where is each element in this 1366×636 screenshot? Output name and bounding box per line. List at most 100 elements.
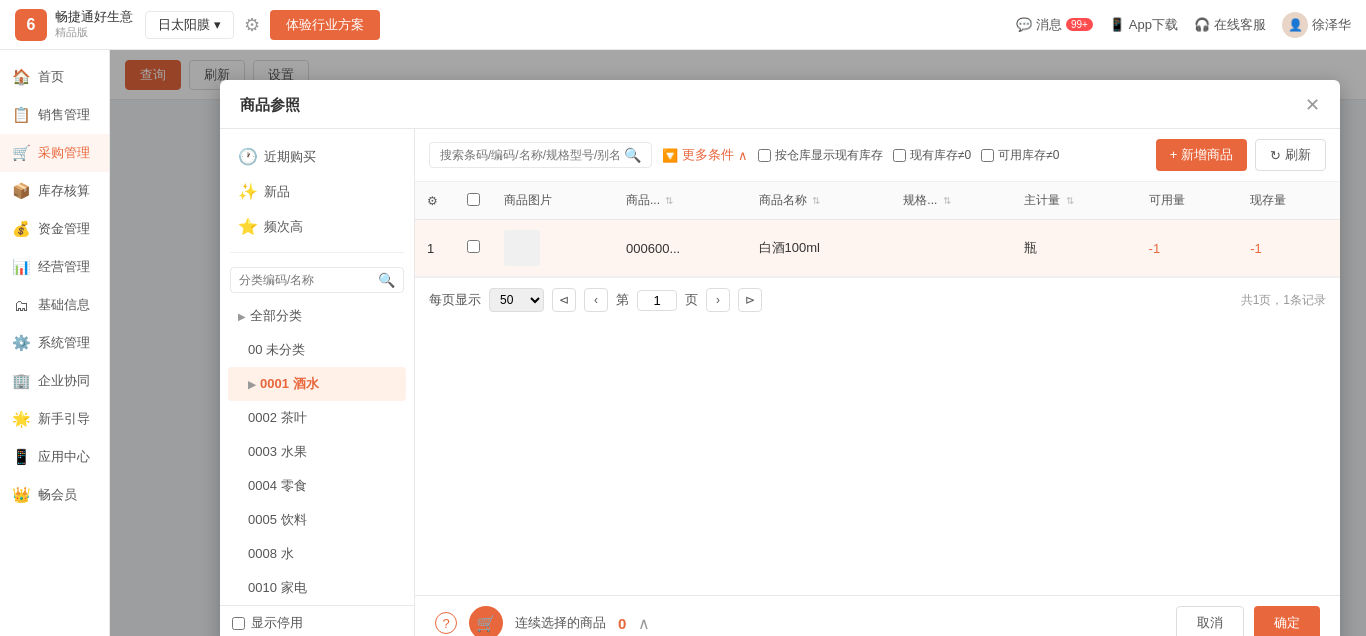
sidebar-label-purchase: 采购管理 xyxy=(38,144,90,162)
filter-more-button[interactable]: 🔽 更多条件 ∧ xyxy=(662,146,748,164)
table-body: 1 000600... 白酒100ml 瓶 -1 -1 xyxy=(415,220,1340,277)
stock-ne0-checkbox-item[interactable]: 现有库存≠0 xyxy=(893,147,971,164)
sidebar-item-system[interactable]: ⚙️ 系统管理 xyxy=(0,324,109,362)
cat-0010[interactable]: 0010 家电 xyxy=(228,571,406,605)
quick-item-frequent[interactable]: ⭐ 频次高 xyxy=(228,209,406,244)
cat-0005-label: 0005 饮料 xyxy=(248,511,307,529)
row-checkbox[interactable] xyxy=(467,240,480,253)
show-disabled-label[interactable]: 显示停用 xyxy=(251,614,303,632)
per-page-select[interactable]: 50 10 20 100 xyxy=(489,288,544,312)
cart-button[interactable]: 🛒 xyxy=(469,606,503,636)
cat-0002[interactable]: 0002 茶叶 xyxy=(228,401,406,435)
main-layout: 🏠 首页 📋 销售管理 🛒 采购管理 📦 库存核算 💰 资金管理 📊 经营管理 … xyxy=(0,50,1366,636)
message-item[interactable]: 💬 消息 99+ xyxy=(1016,16,1093,34)
user-item[interactable]: 👤 徐泽华 xyxy=(1282,12,1351,38)
message-label: 消息 xyxy=(1036,16,1062,34)
col-spec[interactable]: 规格... ⇅ xyxy=(891,182,1012,220)
select-all-checkbox[interactable] xyxy=(467,193,480,206)
avail-ne0-label: 可用库存≠0 xyxy=(998,147,1059,164)
table-row[interactable]: 1 000600... 白酒100ml 瓶 -1 -1 xyxy=(415,220,1340,277)
quick-item-new[interactable]: ✨ 新品 xyxy=(228,174,406,209)
product-search-icon[interactable]: 🔍 xyxy=(624,147,641,163)
sidebar-label-system: 系统管理 xyxy=(38,334,90,352)
cat-0002-label: 0002 茶叶 xyxy=(248,409,307,427)
avail-ne0-checkbox-item[interactable]: 可用库存≠0 xyxy=(981,147,1059,164)
cat-00[interactable]: 00 未分类 xyxy=(228,333,406,367)
warehouse-checkbox[interactable] xyxy=(758,149,771,162)
warehouse-checkbox-item[interactable]: 按仓库显示现有库存 xyxy=(758,147,883,164)
refresh-table-button[interactable]: ↻ 刷新 xyxy=(1255,139,1326,171)
cell-image xyxy=(492,220,614,277)
sidebar-item-inventory[interactable]: 📦 库存核算 xyxy=(0,172,109,210)
product-table: ⚙ 商品图片 商品... ⇅ xyxy=(415,182,1340,595)
category-search[interactable]: 🔍 xyxy=(230,267,404,293)
sidebar-item-purchase[interactable]: 🛒 采购管理 xyxy=(0,134,109,172)
cat-0008[interactable]: 0008 水 xyxy=(228,537,406,571)
last-page-button[interactable]: ⊳ xyxy=(738,288,762,312)
col-unit[interactable]: 主计量 ⇅ xyxy=(1012,182,1136,220)
cat-0003[interactable]: 0003 水果 xyxy=(228,435,406,469)
cat-all[interactable]: ▶ 全部分类 xyxy=(228,299,406,333)
basic-icon: 🗂 xyxy=(12,296,30,314)
col-unit-label: 主计量 xyxy=(1024,193,1060,207)
sidebar-item-appstore[interactable]: 📱 应用中心 xyxy=(0,438,109,476)
confirm-button[interactable]: 确定 xyxy=(1254,606,1320,636)
col-name[interactable]: 商品名称 ⇅ xyxy=(747,182,892,220)
stock-ne0-label: 现有库存≠0 xyxy=(910,147,971,164)
sidebar-item-member[interactable]: 👑 畅会员 xyxy=(0,476,109,514)
page-label: 第 xyxy=(616,291,629,309)
dialog-right-panel: 🔍 🔽 更多条件 ∧ 按仓库显示现有库存 xyxy=(415,129,1340,636)
selected-count: 0 xyxy=(618,615,626,632)
cat-0004[interactable]: 0004 零食 xyxy=(228,469,406,503)
collapse-icon[interactable]: ∧ xyxy=(638,614,650,633)
sidebar-item-sales[interactable]: 📋 销售管理 xyxy=(0,96,109,134)
guide-icon: 🌟 xyxy=(12,410,30,428)
app-download-item[interactable]: 📱 App下载 xyxy=(1109,16,1178,34)
cell-unit: 瓶 xyxy=(1012,220,1136,277)
category-search-input[interactable] xyxy=(239,273,374,287)
product-search-box[interactable]: 🔍 xyxy=(429,142,652,168)
top-nav: 6 畅捷通好生意 精品版 日太阳膜 ▾ ⚙ 体验行业方案 💬 消息 99+ 📱 … xyxy=(0,0,1366,50)
sidebar-item-enterprise[interactable]: 🏢 企业协同 xyxy=(0,362,109,400)
online-service-item[interactable]: 🎧 在线客服 xyxy=(1194,16,1266,34)
nav-selector[interactable]: 日太阳膜 ▾ xyxy=(145,11,234,39)
member-icon: 👑 xyxy=(12,486,30,504)
sidebar: 🏠 首页 📋 销售管理 🛒 采购管理 📦 库存核算 💰 资金管理 📊 经营管理 … xyxy=(0,50,110,636)
nav-right: 💬 消息 99+ 📱 App下载 🎧 在线客服 👤 徐泽华 xyxy=(1016,12,1351,38)
col-seq: ⚙ xyxy=(415,182,455,220)
gear-btn[interactable]: ⚙ xyxy=(244,14,260,36)
cancel-button[interactable]: 取消 xyxy=(1176,606,1244,636)
stock-ne0-checkbox[interactable] xyxy=(893,149,906,162)
first-page-button[interactable]: ⊲ xyxy=(552,288,576,312)
product-search-input[interactable] xyxy=(440,148,620,162)
prev-page-button[interactable]: ‹ xyxy=(584,288,608,312)
next-page-button[interactable]: › xyxy=(706,288,730,312)
cell-check[interactable] xyxy=(455,220,492,277)
cat-0001[interactable]: ▶ 0001 酒水 xyxy=(228,367,406,401)
settings-col-icon[interactable]: ⚙ xyxy=(427,194,438,208)
cat-0005[interactable]: 0005 饮料 xyxy=(228,503,406,537)
table-scroll[interactable]: ⚙ 商品图片 商品... ⇅ xyxy=(415,182,1340,277)
sidebar-item-operations[interactable]: 📊 经营管理 xyxy=(0,248,109,286)
avail-ne0-checkbox[interactable] xyxy=(981,149,994,162)
sidebar-item-guide[interactable]: 🌟 新手引导 xyxy=(0,400,109,438)
sidebar-item-home[interactable]: 🏠 首页 xyxy=(0,58,109,96)
quick-label-new: 新品 xyxy=(264,183,290,201)
help-button[interactable]: ? xyxy=(435,612,457,634)
logo-text: 畅捷通好生意 xyxy=(55,9,133,26)
trial-button[interactable]: 体验行业方案 xyxy=(270,10,380,40)
current-page-input[interactable] xyxy=(637,290,677,311)
toolbar-right: + 新增商品 ↻ 刷新 xyxy=(1156,139,1326,171)
sidebar-item-basic[interactable]: 🗂 基础信息 xyxy=(0,286,109,324)
add-product-button[interactable]: + 新增商品 xyxy=(1156,139,1247,171)
nav-selector-label: 日太阳膜 xyxy=(158,16,210,34)
page-unit: 页 xyxy=(685,291,698,309)
cat-0001-arrow: ▶ xyxy=(248,379,256,390)
show-disabled-checkbox[interactable] xyxy=(232,617,245,630)
quick-item-recent[interactable]: 🕐 近期购买 xyxy=(228,139,406,174)
col-code[interactable]: 商品... ⇅ xyxy=(614,182,747,220)
online-service-label: 在线客服 xyxy=(1214,16,1266,34)
sidebar-label-finance: 资金管理 xyxy=(38,220,90,238)
dialog-close-button[interactable]: ✕ xyxy=(1305,94,1320,116)
sidebar-item-finance[interactable]: 💰 资金管理 xyxy=(0,210,109,248)
